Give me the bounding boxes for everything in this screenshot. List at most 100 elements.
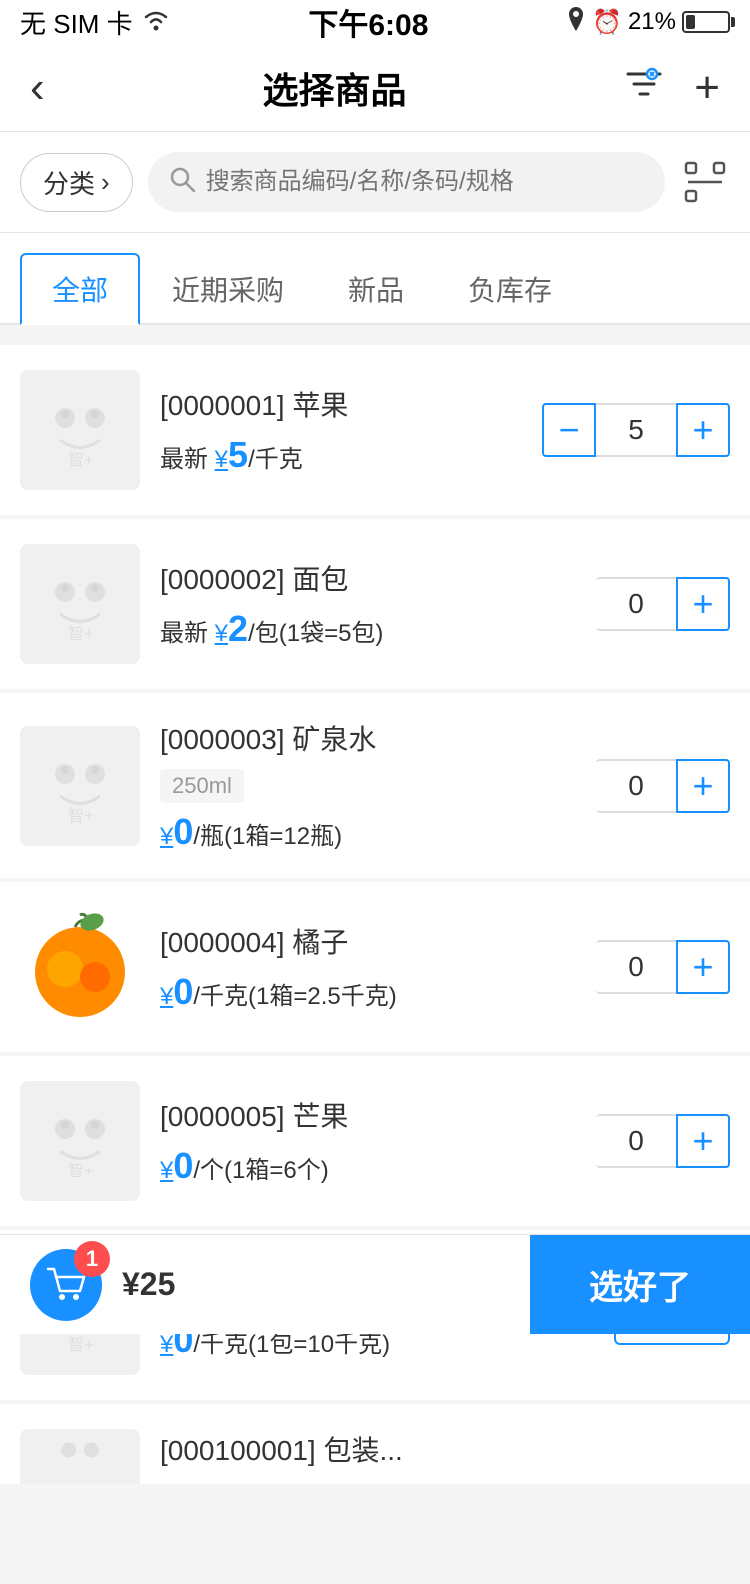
quantity-input[interactable] xyxy=(596,1114,676,1168)
list-item: 智+ [0000001] 苹果 最新 ¥5/千克 − + xyxy=(0,345,750,515)
price-value: 5 xyxy=(228,434,248,475)
tab-recent[interactable]: 近期采购 xyxy=(140,253,316,325)
svg-text:智+: 智+ xyxy=(68,807,93,825)
quantity-increase-button[interactable]: + xyxy=(676,1114,730,1168)
product-info: [0000005] 芒果 ¥0/个(1箱=6个) xyxy=(160,1095,576,1187)
filter-bar: 分类 › xyxy=(0,132,750,233)
quantity-increase-button[interactable]: + xyxy=(676,759,730,813)
price-value: 0 xyxy=(173,1145,193,1186)
wifi-icon xyxy=(141,7,171,38)
price-currency: ¥ xyxy=(215,620,228,647)
list-item: 智+ [0000002] 面包 最新 ¥2/包(1袋=5包) + xyxy=(0,519,750,689)
product-name: [0000005] 芒果 xyxy=(160,1095,576,1135)
search-input[interactable] xyxy=(206,168,645,196)
product-name: [0000001] 苹果 xyxy=(160,384,522,424)
product-image: 智+ xyxy=(20,370,140,490)
quantity-input[interactable] xyxy=(596,759,676,813)
price-suffix: /瓶(1箱=12瓶) xyxy=(193,823,342,850)
scan-button[interactable] xyxy=(680,157,730,207)
location-icon xyxy=(566,7,586,38)
cart-total: ¥25 xyxy=(122,1266,175,1303)
status-left: 无 SIM 卡 xyxy=(20,4,171,41)
product-image: 智+ xyxy=(20,544,140,664)
status-time: 下午6:08 xyxy=(308,0,428,44)
price-currency: ¥ xyxy=(160,1157,173,1184)
nav-bar: ‹ 选择商品 + xyxy=(0,44,750,132)
nav-actions: + xyxy=(624,63,720,113)
list-item: 智+ [0000003] 矿泉水 250ml ¥0/瓶(1箱=12瓶) + xyxy=(0,693,750,878)
product-info: [0000001] 苹果 最新 ¥5/千克 xyxy=(160,384,522,476)
price-currency: ¥ xyxy=(215,446,228,473)
quantity-input[interactable] xyxy=(596,940,676,994)
search-icon xyxy=(168,165,196,200)
product-price: ¥0/个(1箱=6个) xyxy=(160,1145,576,1187)
status-right: ⏰ 21% xyxy=(566,7,730,38)
price-value: 0 xyxy=(173,811,193,852)
carrier-label: 无 SIM 卡 xyxy=(20,4,133,41)
alarm-icon: ⏰ xyxy=(592,8,622,37)
battery-icon xyxy=(682,11,730,33)
tab-bar: 全部 近期采购 新品 负库存 xyxy=(0,233,750,325)
product-image xyxy=(20,1429,140,1484)
product-info: [0000004] 橘子 ¥0/千克(1箱=2.5千克) xyxy=(160,921,576,1013)
product-price: ¥0/千克(1箱=2.5千克) xyxy=(160,971,576,1013)
product-image xyxy=(20,907,140,1027)
battery-percent: 21% xyxy=(628,8,676,36)
product-price: 最新 ¥2/包(1袋=5包) xyxy=(160,608,576,650)
product-price: 最新 ¥5/千克 xyxy=(160,434,522,476)
product-info: [0000003] 矿泉水 250ml ¥0/瓶(1箱=12瓶) xyxy=(160,718,576,853)
quantity-increase-button[interactable]: + xyxy=(676,940,730,994)
price-currency: ¥ xyxy=(160,823,173,850)
product-image: 智+ xyxy=(20,726,140,846)
tab-all[interactable]: 全部 xyxy=(20,253,140,325)
cart-badge: 1 xyxy=(74,1241,110,1277)
tab-new[interactable]: 新品 xyxy=(316,253,436,325)
price-suffix: /个(1箱=6个) xyxy=(193,1157,328,1184)
confirm-button[interactable]: 选好了 xyxy=(530,1235,750,1334)
list-item: 智+ [0000005] 芒果 ¥0/个(1箱=6个) + xyxy=(0,1056,750,1226)
product-price: ¥0/瓶(1箱=12瓶) xyxy=(160,811,576,853)
product-name: [0000003] 矿泉水 xyxy=(160,718,576,758)
search-box[interactable] xyxy=(148,152,665,212)
price-prefix: 最新 xyxy=(160,446,215,473)
product-name: [0000004] 橘子 xyxy=(160,921,576,961)
add-icon[interactable]: + xyxy=(694,63,720,113)
quantity-increase-button[interactable]: + xyxy=(676,403,730,457)
product-name: [0000002] 面包 xyxy=(160,558,576,598)
product-spec: 250ml xyxy=(160,769,244,803)
svg-text:智+: 智+ xyxy=(68,451,93,469)
price-suffix: /包(1袋=5包) xyxy=(248,620,383,647)
price-suffix: /千克(1包=10千克) xyxy=(193,1331,390,1358)
cart-button[interactable]: 1 xyxy=(30,1249,102,1321)
price-prefix: 最新 xyxy=(160,620,215,647)
status-bar: 无 SIM 卡 下午6:08 ⏰ 21% xyxy=(0,0,750,44)
product-info: [000100001] 包装... xyxy=(160,1429,730,1479)
bottom-bar: 1 ¥25 选好了 xyxy=(0,1234,750,1334)
quantity-decrease-button[interactable]: − xyxy=(542,403,596,457)
quantity-control: + xyxy=(596,577,730,631)
product-name: [000100001] 包装... xyxy=(160,1429,730,1469)
page-title: 选择商品 xyxy=(262,62,406,114)
quantity-control: − + xyxy=(542,403,730,457)
price-currency: ¥ xyxy=(160,983,173,1010)
product-info: [0000002] 面包 最新 ¥2/包(1袋=5包) xyxy=(160,558,576,650)
quantity-increase-button[interactable]: + xyxy=(676,577,730,631)
price-value: 2 xyxy=(228,608,248,649)
quantity-control: + xyxy=(596,940,730,994)
quantity-input[interactable] xyxy=(596,577,676,631)
filter-icon[interactable] xyxy=(624,66,664,109)
quantity-input[interactable] xyxy=(596,403,676,457)
svg-text:智+: 智+ xyxy=(68,1336,93,1354)
svg-text:智+: 智+ xyxy=(68,1162,93,1180)
list-item: [0000004] 橘子 ¥0/千克(1箱=2.5千克) + xyxy=(0,882,750,1052)
price-value: 0 xyxy=(173,971,193,1012)
tab-negative[interactable]: 负库存 xyxy=(436,253,584,325)
price-currency: ¥ xyxy=(160,1331,173,1358)
quantity-control: + xyxy=(596,1114,730,1168)
product-image: 智+ xyxy=(20,1081,140,1201)
list-item: [000100001] 包装... xyxy=(0,1404,750,1484)
category-button[interactable]: 分类 › xyxy=(20,153,133,212)
category-chevron-icon: › xyxy=(101,167,110,198)
price-suffix: /千克(1箱=2.5千克) xyxy=(193,983,396,1010)
back-button[interactable]: ‹ xyxy=(30,63,45,113)
